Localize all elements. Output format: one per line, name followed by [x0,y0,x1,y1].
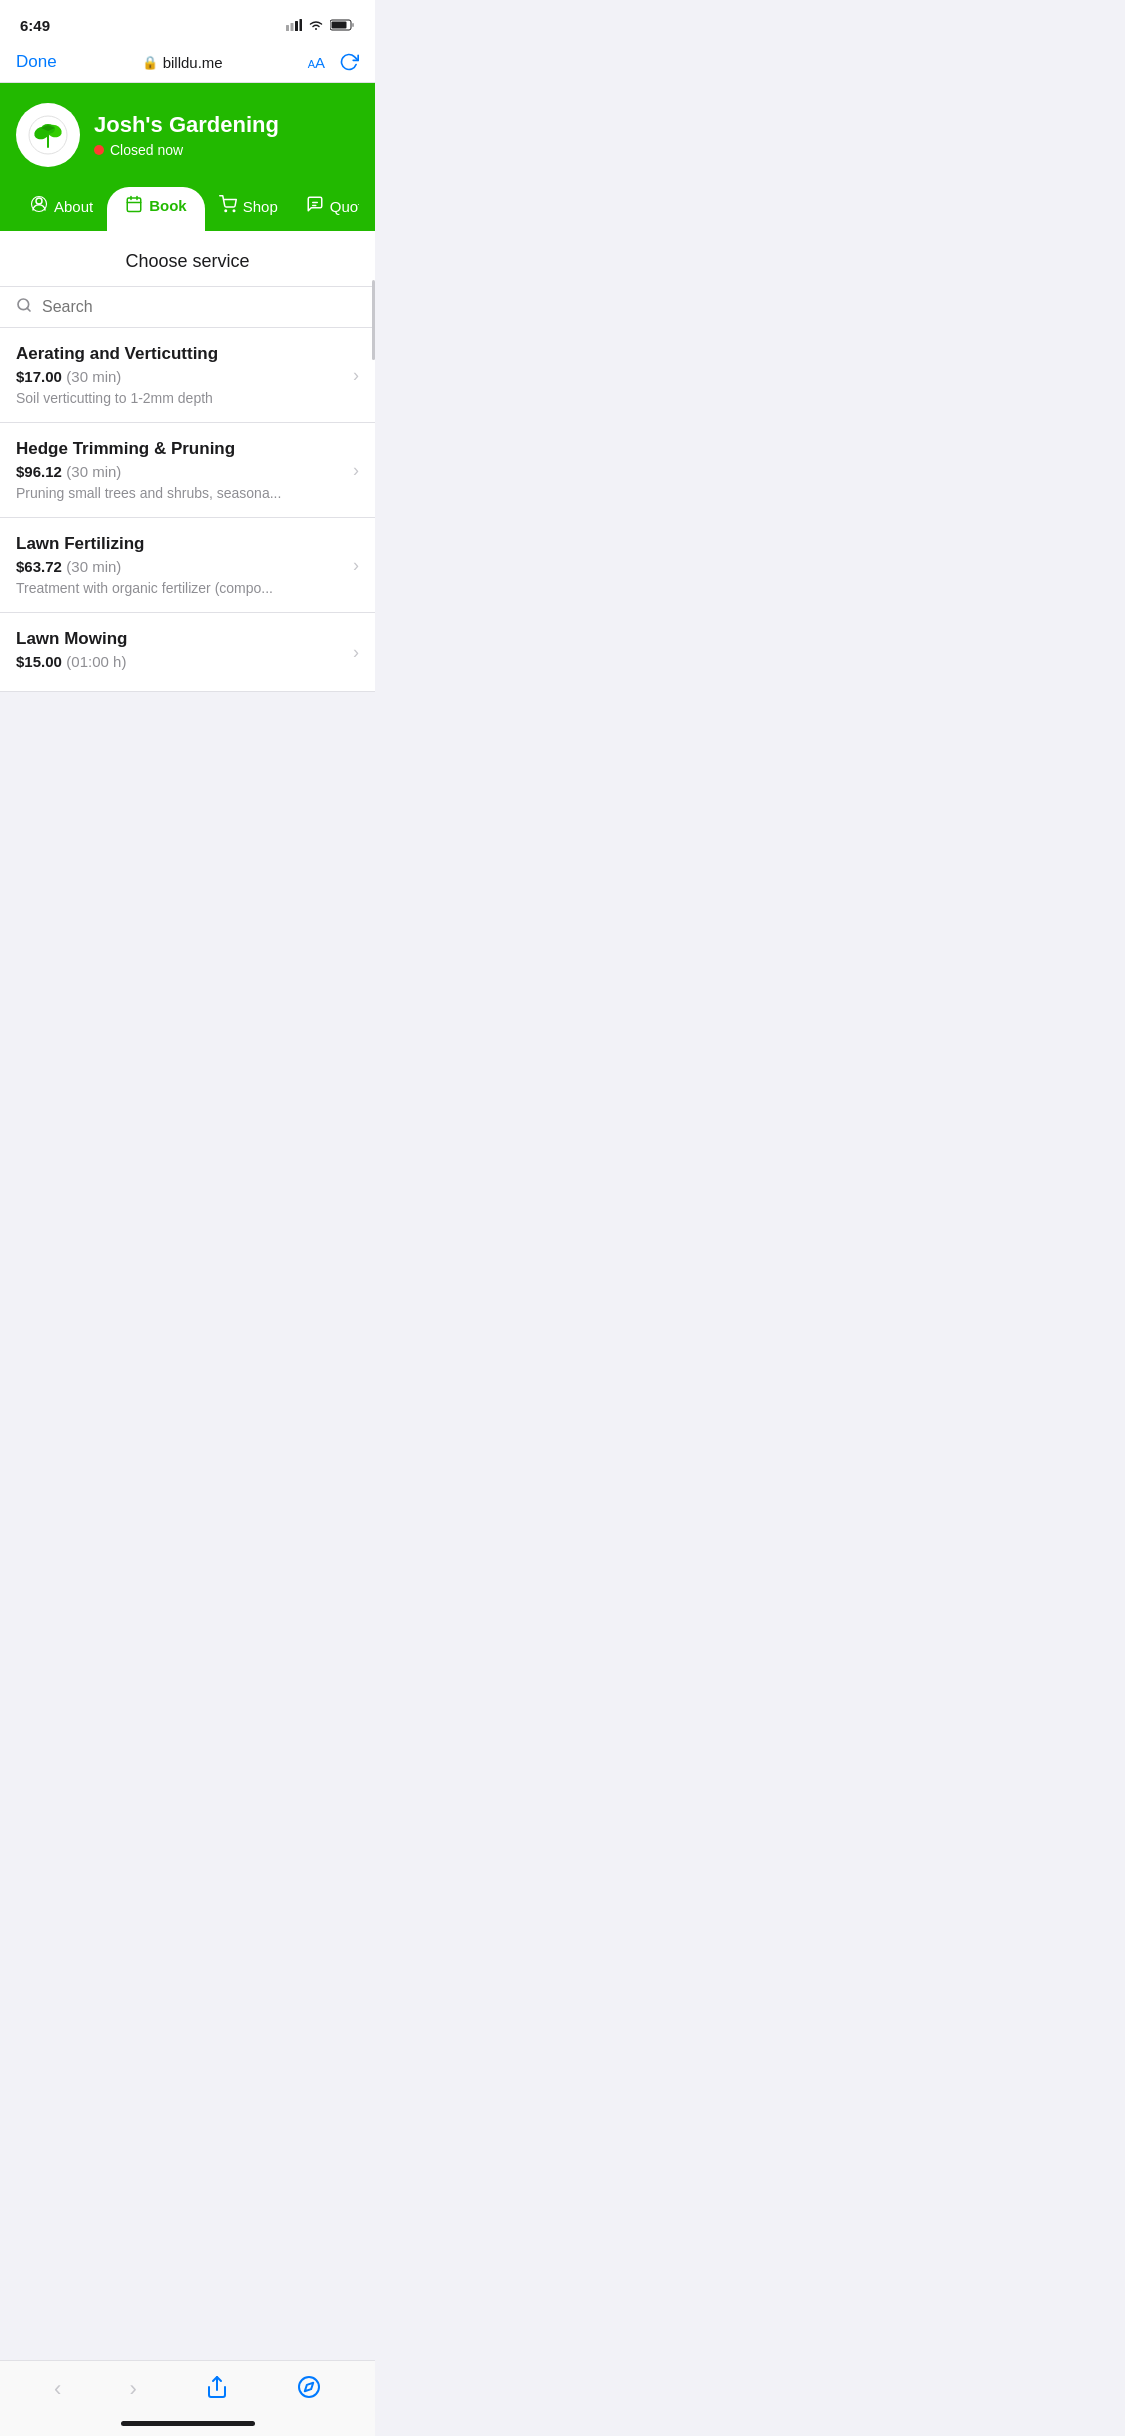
service-item[interactable]: Lawn Fertilizing $63.72 (30 min) Treatme… [0,518,375,613]
aa-button[interactable]: AA [308,54,325,71]
svg-rect-13 [127,198,141,212]
service-item-content: Aerating and Verticutting $17.00 (30 min… [16,344,353,406]
service-duration: (30 min) [66,558,121,575]
svg-point-18 [233,210,235,212]
content-area: Choose service Aerating and Verticutting… [0,231,375,692]
service-price: $96.12 [16,463,62,480]
service-item[interactable]: Aerating and Verticutting $17.00 (30 min… [0,328,375,423]
service-description: Pruning small trees and shrubs, seasona.… [16,485,343,501]
svg-rect-3 [300,19,303,31]
svg-line-22 [27,308,30,311]
battery-icon [330,19,355,31]
status-label: Closed now [110,142,183,158]
url-text: billdu.me [163,54,223,71]
service-item-content: Lawn Mowing $15.00 (01:00 h) [16,629,353,675]
search-icon [16,297,32,317]
business-info: Josh's Gardening Closed now [16,103,359,167]
person-circle-icon [30,195,48,217]
refresh-icon[interactable] [339,52,359,72]
url-bar: 🔒 billdu.me [142,54,223,71]
service-description: Soil verticutting to 1-2mm depth [16,390,343,406]
calendar-icon [125,195,143,217]
service-name: Lawn Mowing [16,629,343,649]
service-item[interactable]: Hedge Trimming & Pruning $96.12 (30 min)… [0,423,375,518]
tab-book-label: Book [149,197,187,214]
service-duration: (30 min) [66,368,121,385]
tab-quote-label: Quote R [330,198,359,215]
service-item-content: Lawn Fertilizing $63.72 (30 min) Treatme… [16,534,353,596]
service-description: Treatment with organic fertilizer (compo… [16,580,343,596]
svg-rect-2 [295,21,298,31]
quote-icon [306,195,324,217]
svg-rect-0 [286,25,289,31]
chevron-right-icon: › [353,642,359,663]
svg-rect-1 [291,23,294,31]
service-price-row: $17.00 (30 min) [16,368,343,386]
service-duration: (01:00 h) [66,653,126,670]
browser-bar: Done 🔒 billdu.me AA [0,44,375,83]
service-price-row: $15.00 (01:00 h) [16,653,343,671]
service-price-row: $96.12 (30 min) [16,463,343,481]
done-button[interactable]: Done [16,52,57,72]
browser-actions: AA [308,52,359,72]
tab-shop-label: Shop [243,198,278,215]
chevron-right-icon: › [353,555,359,576]
service-name: Lawn Fertilizing [16,534,343,554]
svg-point-17 [225,210,227,212]
tab-about[interactable]: About [16,185,107,231]
business-logo [16,103,80,167]
tab-book[interactable]: Book [107,187,205,231]
service-duration: (30 min) [66,463,121,480]
nav-tabs: About Book Shop [16,185,359,231]
chevron-right-icon: › [353,365,359,386]
tab-about-label: About [54,198,93,215]
status-time: 6:49 [20,17,50,34]
status-bar: 6:49 [0,0,375,44]
service-price-row: $63.72 (30 min) [16,558,343,576]
business-text: Josh's Gardening Closed now [94,112,279,158]
business-name: Josh's Gardening [94,112,279,138]
svg-rect-6 [332,22,347,29]
wifi-icon [308,19,324,31]
logo-svg [28,115,68,155]
service-list: Aerating and Verticutting $17.00 (30 min… [0,328,375,692]
service-name: Aerating and Verticutting [16,344,343,364]
header-banner: Josh's Gardening Closed now About [0,83,375,231]
service-item-content: Hedge Trimming & Pruning $96.12 (30 min)… [16,439,353,501]
service-name: Hedge Trimming & Pruning [16,439,343,459]
chevron-right-icon: › [353,460,359,481]
service-price: $15.00 [16,653,62,670]
service-item[interactable]: Lawn Mowing $15.00 (01:00 h) › [0,613,375,692]
search-bar[interactable] [0,286,375,328]
scrollbar [372,280,375,360]
service-price: $17.00 [16,368,62,385]
closed-dot [94,145,104,155]
status-icons [286,19,355,31]
svg-rect-5 [352,23,354,27]
cart-icon [219,195,237,217]
signal-icon [286,19,302,31]
tab-shop[interactable]: Shop [205,185,292,231]
lock-icon: 🔒 [142,55,158,70]
service-price: $63.72 [16,558,62,575]
choose-service-heading: Choose service [0,231,375,286]
search-input[interactable] [42,298,359,316]
svg-point-11 [36,198,42,204]
business-status: Closed now [94,142,279,158]
tab-quote[interactable]: Quote R [292,185,359,231]
